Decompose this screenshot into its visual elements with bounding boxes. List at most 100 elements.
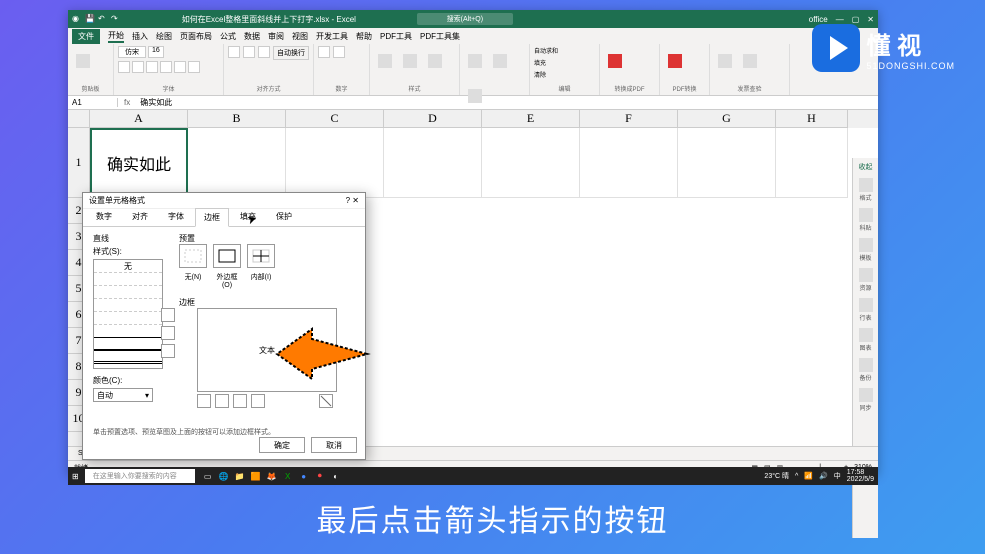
tab-insert[interactable]: 插入 [132,31,148,42]
edge-icon[interactable]: 🌐 [217,469,231,483]
col-header[interactable]: A [90,110,188,128]
currency-icon[interactable] [318,46,330,58]
sensitivity[interactable] [739,46,761,78]
save-icon[interactable]: 💾 [85,14,95,24]
cell[interactable] [580,128,678,198]
fill-color-icon[interactable] [174,61,186,73]
border-top-btn[interactable] [161,308,175,322]
preset-none[interactable] [179,244,207,268]
redo-icon[interactable]: ↷ [111,14,121,24]
style-none[interactable]: 无 [94,260,162,273]
sp-format[interactable]: 格式 [859,178,873,202]
col-header[interactable]: H [776,110,848,128]
border-left-btn[interactable] [215,394,229,408]
weather[interactable]: 23°C 晴 [764,471,789,481]
dialog-help-icon[interactable]: ? [346,196,350,205]
sp-sync[interactable]: 同步 [859,388,873,412]
tray-up-icon[interactable]: ^ [795,473,798,480]
wrap-button[interactable]: 自动换行 [273,46,309,60]
minimize-icon[interactable]: — [836,15,844,24]
cell[interactable] [482,128,580,198]
cell-a1[interactable]: 确实如此 [90,128,188,198]
tab-draw[interactable]: 绘图 [156,31,172,42]
border-vmid-btn[interactable] [233,394,247,408]
clock-time[interactable]: 17:58 [847,469,874,476]
cell[interactable] [384,128,482,198]
align-icon[interactable] [243,46,255,58]
tab-dev[interactable]: 开发工具 [316,31,348,42]
tab-help[interactable]: 帮助 [356,31,372,42]
select-all[interactable] [68,110,90,128]
style-item[interactable] [94,338,162,351]
table-format[interactable] [399,46,421,78]
autosum[interactable]: 自动求和 [534,46,595,55]
dialog-close-icon[interactable]: ✕ [352,196,359,205]
record-icon[interactable]: ⏺ [313,469,327,483]
tab-view[interactable]: 视图 [292,31,308,42]
tray-net-icon[interactable]: 📶 [804,472,813,480]
preset-inside[interactable] [247,244,275,268]
line-style-list[interactable]: 无 [93,259,163,369]
align-icon[interactable] [258,46,270,58]
italic-icon[interactable] [132,61,144,73]
row-header[interactable]: 1 [68,128,90,198]
task-view-icon[interactable]: ▭ [201,469,215,483]
style-item[interactable] [94,312,162,325]
cond-format[interactable] [374,46,396,78]
sp-template[interactable]: 模板 [859,238,873,262]
color-dropdown[interactable]: 自动▾ [93,388,153,402]
name-box[interactable]: A1 [68,98,118,107]
taskbar-search[interactable]: 在这里输入你要搜索的内容 [85,469,195,483]
underline-icon[interactable] [146,61,158,73]
formula-input[interactable]: 确实如此 [136,97,878,108]
delete-cell[interactable] [489,46,511,78]
clock-date[interactable]: 2022/5/9 [847,476,874,483]
app-icon[interactable]: 🦊 [265,469,279,483]
border-diag2-btn[interactable] [319,394,333,408]
clear[interactable]: 清除 [534,70,595,79]
ok-button[interactable]: 确定 [259,437,305,453]
tab-review[interactable]: 审阅 [268,31,284,42]
align-icon[interactable] [228,46,240,58]
app-icon[interactable]: ● [297,469,311,483]
dlg-tab-align[interactable]: 对齐 [123,207,157,226]
style-item[interactable] [94,273,162,286]
excel-icon[interactable]: X [281,469,295,483]
border-diag1-btn[interactable] [197,394,211,408]
dlg-tab-number[interactable]: 数字 [87,207,121,226]
maximize-icon[interactable]: ▢ [852,15,860,24]
border-icon[interactable] [160,61,172,73]
explorer-icon[interactable]: 📁 [233,469,247,483]
cell[interactable] [286,128,384,198]
pdf-convert[interactable] [604,46,626,78]
tray-sound-icon[interactable]: 🔊 [819,472,828,480]
border-mid-btn[interactable] [161,326,175,340]
percent-icon[interactable] [333,46,345,58]
tab-pdf1[interactable]: PDF工具 [380,31,412,42]
sp-paste[interactable]: 科贴 [859,208,873,232]
dlg-tab-font[interactable]: 字体 [159,207,193,226]
autosave-icon[interactable]: ◉ [72,14,82,24]
collapse[interactable]: 收起 [859,162,873,172]
col-header[interactable]: D [384,110,482,128]
tab-file[interactable]: 文件 [72,29,100,44]
border-right-btn[interactable] [251,394,265,408]
tab-home[interactable]: 开始 [108,30,124,43]
font-size[interactable]: 16 [148,46,164,58]
style-item[interactable] [94,299,162,312]
search-box[interactable]: 搜索(Alt+Q) [417,13,513,25]
style-item[interactable] [94,286,162,299]
ideas[interactable] [714,46,736,78]
dlg-tab-protect[interactable]: 保护 [267,207,301,226]
insert-cell[interactable] [464,46,486,78]
app-icon[interactable]: 🟧 [249,469,263,483]
fx-icon[interactable]: fx [118,98,136,107]
tab-layout[interactable]: 页面布局 [180,31,212,42]
cell-styles[interactable] [424,46,446,78]
border-bottom-btn[interactable] [161,344,175,358]
preset-outline[interactable] [213,244,241,268]
col-header[interactable]: E [482,110,580,128]
font-name[interactable]: 仿宋 [118,46,146,58]
tab-pdf2[interactable]: PDF工具集 [420,31,460,42]
font-color-icon[interactable] [188,61,200,73]
